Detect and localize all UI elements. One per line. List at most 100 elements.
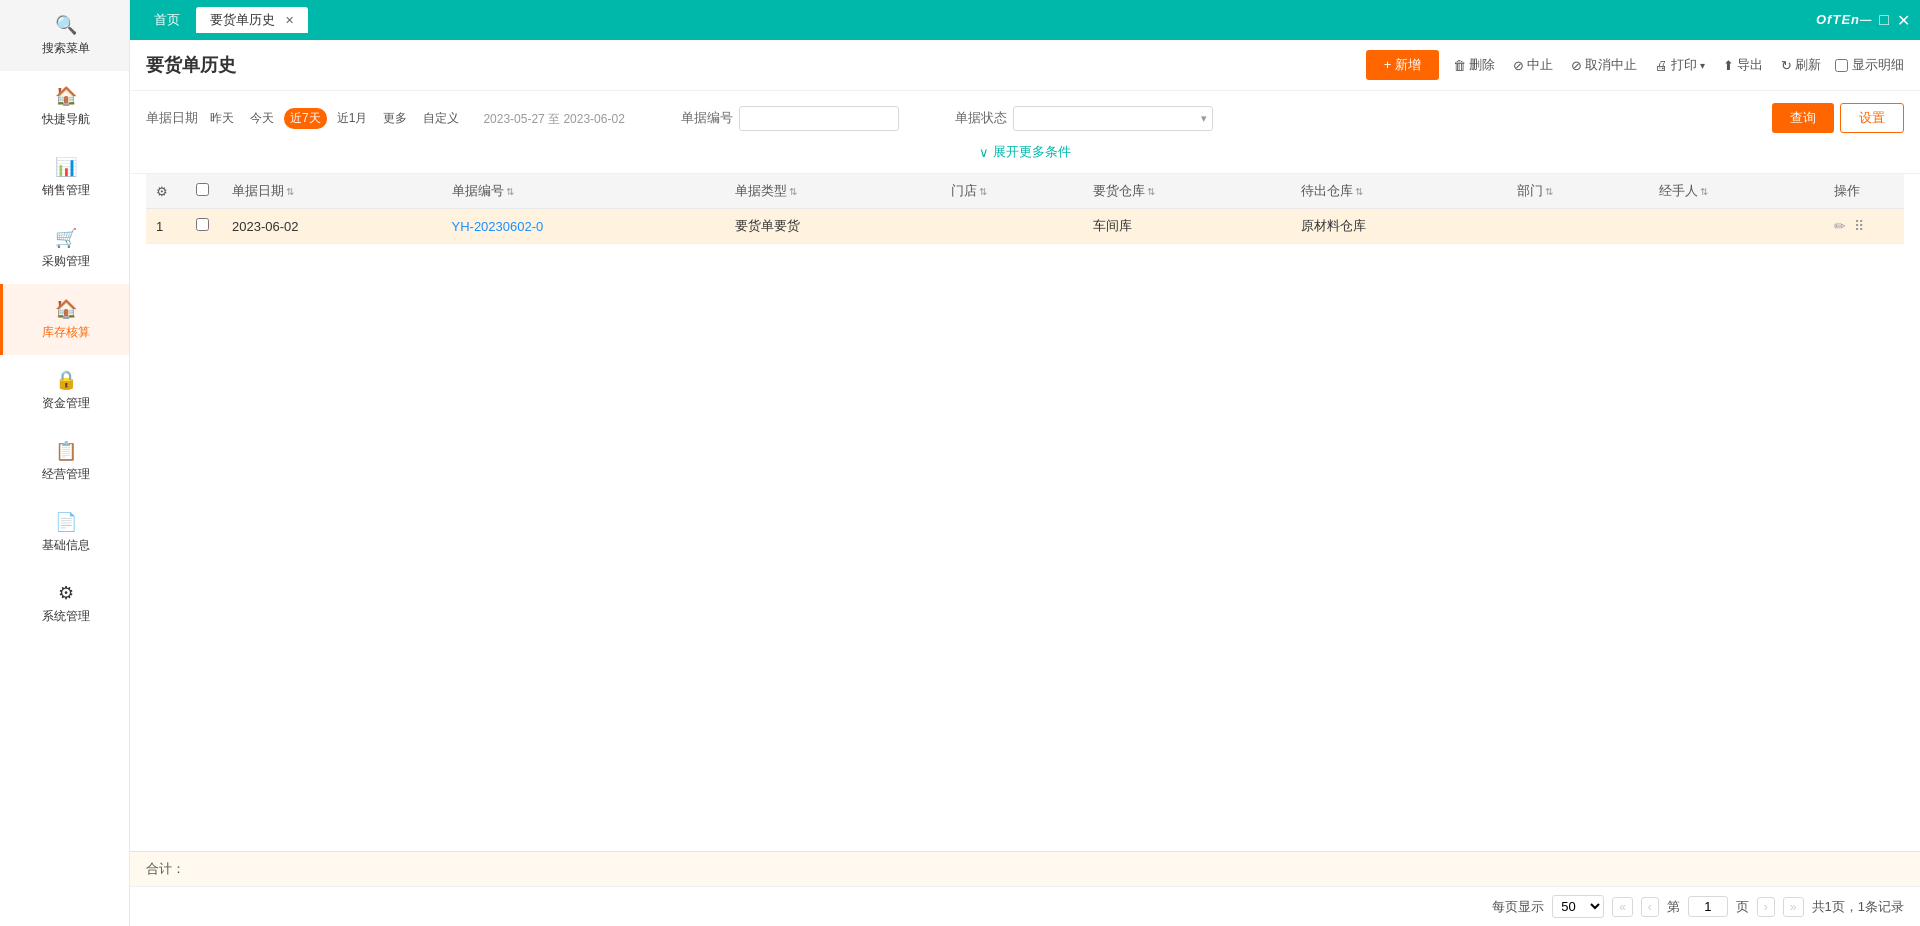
footer-total-label: 合计： bbox=[146, 861, 185, 876]
delete-button[interactable]: 🗑 删除 bbox=[1449, 54, 1499, 76]
inventory-icon: 🏠 bbox=[55, 298, 77, 320]
col-doc-no[interactable]: 单据编号⇅ bbox=[442, 174, 726, 209]
col-req-warehouse[interactable]: 要货仓库⇅ bbox=[1083, 174, 1291, 209]
main-area: 首页 要货单历史 ✕ OfTEn ─ □ ✕ 要货单历史 + 新增 🗑 删除 bbox=[130, 0, 1920, 926]
pagination-summary: 共1页，1条记录 bbox=[1812, 898, 1904, 916]
print-button[interactable]: 🖨 打印 ▾ bbox=[1651, 54, 1709, 76]
close-button[interactable]: ✕ bbox=[1897, 11, 1910, 30]
tab-req-history[interactable]: 要货单历史 ✕ bbox=[196, 7, 308, 33]
status-select[interactable]: 草稿 已审核 已中止 bbox=[1013, 106, 1213, 131]
add-button[interactable]: + 新增 bbox=[1366, 50, 1439, 80]
sidebar-item-label: 资金管理 bbox=[42, 395, 90, 412]
more-ops-icon[interactable]: ⠿ bbox=[1854, 218, 1864, 234]
date-btn-today[interactable]: 今天 bbox=[244, 108, 280, 129]
edit-icon[interactable]: ✏ bbox=[1834, 218, 1846, 234]
col-store[interactable]: 门店⇅ bbox=[941, 174, 1083, 209]
content-area: 要货单历史 + 新增 🗑 删除 ⊘ 中止 ⊘ 取消中止 🖨 打印 bbox=[130, 40, 1920, 926]
sidebar-item-label: 经营管理 bbox=[42, 466, 90, 483]
table-row: 1 2023-06-02 YH-20230602-0 要货单要货 车间库 原材料… bbox=[146, 209, 1904, 244]
next-page-button[interactable]: › bbox=[1757, 897, 1775, 917]
first-page-button[interactable]: « bbox=[1612, 897, 1633, 917]
doc-no-filter: 单据编号 bbox=[681, 106, 899, 131]
refresh-button[interactable]: ↻ 刷新 bbox=[1777, 54, 1825, 76]
page-size-select[interactable]: 50 20 100 200 bbox=[1552, 895, 1604, 918]
date-btn-yesterday[interactable]: 昨天 bbox=[204, 108, 240, 129]
sidebar-item-label: 快捷导航 bbox=[42, 111, 90, 128]
cell-doc-no: YH-20230602-0 bbox=[442, 209, 726, 244]
sidebar-item-sales-mgmt[interactable]: 📊 销售管理 bbox=[0, 142, 129, 213]
cell-handler bbox=[1649, 209, 1824, 244]
date-filter-label: 单据日期 bbox=[146, 109, 198, 127]
purchase-icon: 🛒 bbox=[55, 227, 77, 249]
date-btn-custom[interactable]: 自定义 bbox=[417, 108, 465, 129]
system-icon: ⚙ bbox=[58, 582, 74, 604]
sidebar-item-ops-mgmt[interactable]: 📋 经营管理 bbox=[0, 426, 129, 497]
settings-button[interactable]: 设置 bbox=[1840, 103, 1904, 133]
cell-ops: ✏ ⠿ bbox=[1824, 209, 1904, 244]
tab-home[interactable]: 首页 bbox=[140, 7, 194, 33]
page-size-label: 每页显示 bbox=[1492, 898, 1544, 916]
sidebar-item-search-menu[interactable]: 🔍 搜索菜单 bbox=[0, 0, 129, 71]
expand-more-button[interactable]: ∨ 展开更多条件 bbox=[146, 137, 1904, 167]
page-title: 要货单历史 bbox=[146, 53, 236, 77]
query-button[interactable]: 查询 bbox=[1772, 103, 1834, 133]
sidebar-item-quick-nav[interactable]: 🏠 快捷导航 bbox=[0, 71, 129, 142]
cell-doc-type: 要货单要货 bbox=[725, 209, 941, 244]
cell-doc-date: 2023-06-02 bbox=[222, 209, 442, 244]
expand-icon: ∨ bbox=[979, 145, 989, 160]
sidebar-item-label: 搜索菜单 bbox=[42, 40, 90, 57]
show-detail-input[interactable] bbox=[1835, 59, 1848, 72]
doc-no-link[interactable]: YH-20230602-0 bbox=[452, 219, 544, 234]
toolbar: + 新增 🗑 删除 ⊘ 中止 ⊘ 取消中止 🖨 打印 ▾ bbox=[1366, 50, 1904, 80]
sidebar-item-label: 基础信息 bbox=[42, 537, 90, 554]
export-button[interactable]: ⬆ 导出 bbox=[1719, 54, 1767, 76]
status-select-wrapper: 草稿 已审核 已中止 bbox=[1013, 106, 1213, 131]
table-header: ⚙ 单据日期⇅ 单据编号⇅ 单据类型⇅ 门店⇅ 要货仓库⇅ 待出仓库⇅ 部门⇅ … bbox=[146, 174, 1904, 209]
data-table: ⚙ 单据日期⇅ 单据编号⇅ 单据类型⇅ 门店⇅ 要货仓库⇅ 待出仓库⇅ 部门⇅ … bbox=[146, 174, 1904, 244]
date-btn-more[interactable]: 更多 bbox=[377, 108, 413, 129]
sidebar-item-system-mgmt[interactable]: ⚙ 系统管理 bbox=[0, 568, 129, 639]
tab-close-icon[interactable]: ✕ bbox=[285, 14, 294, 26]
doc-no-input[interactable] bbox=[739, 106, 899, 131]
page-input[interactable] bbox=[1688, 896, 1728, 917]
last-page-button[interactable]: » bbox=[1783, 897, 1804, 917]
top-bar: 首页 要货单历史 ✕ OfTEn ─ □ ✕ bbox=[130, 0, 1920, 40]
col-dept[interactable]: 部门⇅ bbox=[1507, 174, 1649, 209]
col-doc-date[interactable]: 单据日期⇅ bbox=[222, 174, 442, 209]
sidebar-item-label: 采购管理 bbox=[42, 253, 90, 270]
status-filter: 单据状态 草稿 已审核 已中止 bbox=[955, 106, 1213, 131]
date-btn-1month[interactable]: 近1月 bbox=[331, 108, 374, 129]
col-doc-type[interactable]: 单据类型⇅ bbox=[725, 174, 941, 209]
home-icon: 🏠 bbox=[55, 85, 77, 107]
filter-area: 单据日期 昨天 今天 近7天 近1月 更多 自定义 2023-05-27 至 2… bbox=[130, 91, 1920, 174]
doc-no-label: 单据编号 bbox=[681, 109, 733, 127]
sidebar-item-finance-mgmt[interactable]: 🔒 资金管理 bbox=[0, 355, 129, 426]
cell-checkbox bbox=[186, 209, 222, 244]
prev-page-button[interactable]: ‹ bbox=[1641, 897, 1659, 917]
sidebar-item-basic-info[interactable]: 📄 基础信息 bbox=[0, 497, 129, 568]
sidebar-item-purchase-mgmt[interactable]: 🛒 采购管理 bbox=[0, 213, 129, 284]
col-pending-warehouse[interactable]: 待出仓库⇅ bbox=[1291, 174, 1507, 209]
table-area: ⚙ 单据日期⇅ 单据编号⇅ 单据类型⇅ 门店⇅ 要货仓库⇅ 待出仓库⇅ 部门⇅ … bbox=[130, 174, 1920, 851]
print-icon: 🖨 bbox=[1655, 58, 1668, 73]
select-all-checkbox[interactable] bbox=[196, 183, 209, 196]
sidebar-item-inventory[interactable]: 🏠 库存核算 bbox=[0, 284, 129, 355]
minimize-button[interactable]: ─ bbox=[1860, 11, 1871, 29]
date-btn-7days[interactable]: 近7天 bbox=[284, 108, 327, 129]
col-handler[interactable]: 经手人⇅ bbox=[1649, 174, 1824, 209]
cell-store bbox=[941, 209, 1083, 244]
sidebar-item-label: 系统管理 bbox=[42, 608, 90, 625]
brand-logo: OfTEn bbox=[1816, 12, 1860, 27]
stop-button[interactable]: ⊘ 中止 bbox=[1509, 54, 1557, 76]
col-settings[interactable]: ⚙ bbox=[146, 174, 186, 209]
row-checkbox[interactable] bbox=[196, 218, 209, 231]
print-dropdown-icon: ▾ bbox=[1700, 60, 1705, 71]
ops-icon: 📋 bbox=[55, 440, 77, 462]
refresh-icon: ↻ bbox=[1781, 58, 1792, 73]
cancel-stop-button[interactable]: ⊘ 取消中止 bbox=[1567, 54, 1641, 76]
show-detail-checkbox[interactable]: 显示明细 bbox=[1835, 56, 1904, 74]
basic-info-icon: 📄 bbox=[55, 511, 77, 533]
sidebar-item-label: 库存核算 bbox=[42, 324, 90, 341]
maximize-button[interactable]: □ bbox=[1879, 11, 1889, 29]
date-range-display: 2023-05-27 至 2023-06-02 bbox=[483, 111, 624, 128]
